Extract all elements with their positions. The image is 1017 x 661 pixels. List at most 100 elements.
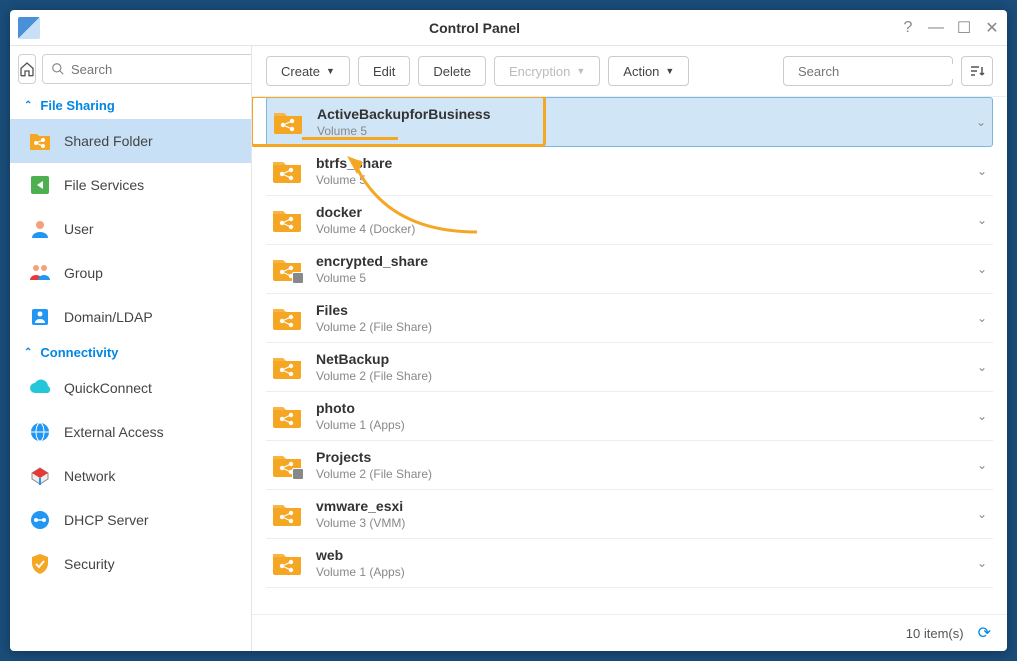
chevron-down-icon[interactable]: ⌄ xyxy=(977,409,987,423)
action-button[interactable]: Action▼ xyxy=(608,56,689,86)
folder-location: Volume 3 (VMM) xyxy=(316,516,977,530)
group-icon xyxy=(28,261,52,285)
shared-folder-icon xyxy=(272,256,302,282)
sidebar-item-user[interactable]: User xyxy=(10,207,251,251)
sidebar-search-input[interactable] xyxy=(71,62,247,77)
delete-button[interactable]: Delete xyxy=(418,56,486,86)
folder-text: photo Volume 1 (Apps) xyxy=(316,400,977,432)
shared-folder-icon xyxy=(272,452,302,478)
folder-name: Files xyxy=(316,302,977,318)
chevron-down-icon[interactable]: ⌄ xyxy=(976,115,986,129)
lock-badge-icon xyxy=(292,272,304,284)
main-pane: Create▼ Edit Delete Encryption▼ Action▼ … xyxy=(252,46,1007,651)
folder-text: encrypted_share Volume 5 xyxy=(316,253,977,285)
sidebar-item-external-access[interactable]: External Access xyxy=(10,410,251,454)
folder-text: Files Volume 2 (File Share) xyxy=(316,302,977,334)
sidebar-item-network[interactable]: Network xyxy=(10,454,251,498)
folder-name: btrfs_share xyxy=(316,155,977,171)
folder-location: Volume 2 (File Share) xyxy=(316,467,977,481)
sort-button[interactable] xyxy=(961,56,993,86)
folder-row[interactable]: Files Volume 2 (File Share) ⌄ xyxy=(266,294,993,343)
chevron-down-icon[interactable]: ⌄ xyxy=(977,360,987,374)
folder-row[interactable]: btrfs_share Volume 5 ⌄ xyxy=(266,147,993,196)
folder-list: ActiveBackupforBusiness Volume 5 ⌄ btrfs… xyxy=(252,97,1007,614)
sidebar-item-domain-ldap[interactable]: Domain/LDAP xyxy=(10,295,251,339)
sidebar-item-group[interactable]: Group xyxy=(10,251,251,295)
folder-name: ActiveBackupforBusiness xyxy=(317,106,976,122)
chevron-down-icon[interactable]: ⌄ xyxy=(977,213,987,227)
main-search-input[interactable] xyxy=(798,64,974,79)
maximize-button[interactable]: ☐ xyxy=(957,21,971,35)
sidebar: ⌃ File Sharing Shared Folder File Servic… xyxy=(10,46,252,651)
external-access-icon xyxy=(28,420,52,444)
chevron-down-icon[interactable]: ⌄ xyxy=(977,458,987,472)
folder-row[interactable]: web Volume 1 (Apps) ⌄ xyxy=(266,539,993,588)
chevron-down-icon[interactable]: ⌄ xyxy=(977,262,987,276)
section-file-sharing[interactable]: ⌃ File Sharing xyxy=(10,92,251,119)
sidebar-item-quickconnect[interactable]: QuickConnect xyxy=(10,366,251,410)
folder-name: vmware_esxi xyxy=(316,498,977,514)
titlebar: Control Panel ? — ☐ ✕ xyxy=(10,10,1007,46)
folder-row[interactable]: vmware_esxi Volume 3 (VMM) ⌄ xyxy=(266,490,993,539)
sidebar-item-label: Shared Folder xyxy=(64,133,153,149)
folder-text: Projects Volume 2 (File Share) xyxy=(316,449,977,481)
shared-folder-icon xyxy=(272,207,302,233)
quickconnect-icon xyxy=(28,376,52,400)
encryption-button[interactable]: Encryption▼ xyxy=(494,56,600,86)
folder-location: Volume 5 xyxy=(316,173,977,187)
folder-text: docker Volume 4 (Docker) xyxy=(316,204,977,236)
shared-folder-icon xyxy=(272,305,302,331)
sidebar-item-label: Domain/LDAP xyxy=(64,309,153,325)
folder-location: Volume 2 (File Share) xyxy=(316,369,977,383)
help-button[interactable]: ? xyxy=(901,21,915,35)
caret-down-icon: ▼ xyxy=(326,66,335,76)
sidebar-search[interactable] xyxy=(42,54,252,84)
sidebar-item-shared-folder[interactable]: Shared Folder xyxy=(10,119,251,163)
sidebar-item-label: DHCP Server xyxy=(64,512,149,528)
folder-name: Projects xyxy=(316,449,977,465)
sidebar-item-security[interactable]: Security xyxy=(10,542,251,586)
search-icon xyxy=(51,62,65,76)
minimize-button[interactable]: — xyxy=(929,21,943,35)
folder-text: btrfs_share Volume 5 xyxy=(316,155,977,187)
chevron-down-icon[interactable]: ⌄ xyxy=(977,556,987,570)
chevron-down-icon[interactable]: ⌄ xyxy=(977,507,987,521)
folder-row[interactable]: NetBackup Volume 2 (File Share) ⌄ xyxy=(266,343,993,392)
network-icon xyxy=(28,464,52,488)
shared-folder-icon xyxy=(28,129,52,153)
folder-row[interactable]: Projects Volume 2 (File Share) ⌄ xyxy=(266,441,993,490)
main-search[interactable] xyxy=(783,56,953,86)
section-label: Connectivity xyxy=(40,345,118,360)
home-button[interactable] xyxy=(18,54,36,84)
sidebar-item-label: QuickConnect xyxy=(64,380,152,396)
folder-row[interactable]: docker Volume 4 (Docker) ⌄ xyxy=(266,196,993,245)
home-icon xyxy=(19,61,35,77)
sidebar-item-file-services[interactable]: File Services xyxy=(10,163,251,207)
sidebar-item-label: Network xyxy=(64,468,115,484)
chevron-down-icon[interactable]: ⌄ xyxy=(977,311,987,325)
edit-button[interactable]: Edit xyxy=(358,56,410,86)
sidebar-item-label: Group xyxy=(64,265,103,281)
close-button[interactable]: ✕ xyxy=(985,21,999,35)
folder-row[interactable]: ActiveBackupforBusiness Volume 5 ⌄ xyxy=(266,97,993,147)
section-label: File Sharing xyxy=(40,98,114,113)
folder-row[interactable]: photo Volume 1 (Apps) ⌄ xyxy=(266,392,993,441)
refresh-button[interactable]: ⟳ xyxy=(978,623,991,643)
control-panel-window: Control Panel ? — ☐ ✕ ⌃ File Sharing xyxy=(10,10,1007,651)
section-connectivity[interactable]: ⌃ Connectivity xyxy=(10,339,251,366)
folder-location: Volume 5 xyxy=(317,124,976,138)
chevron-down-icon[interactable]: ⌄ xyxy=(977,164,987,178)
folder-name: docker xyxy=(316,204,977,220)
folder-name: web xyxy=(316,547,977,563)
user-icon xyxy=(28,217,52,241)
folder-row[interactable]: encrypted_share Volume 5 ⌄ xyxy=(266,245,993,294)
shared-folder-icon xyxy=(272,403,302,429)
folder-name: NetBackup xyxy=(316,351,977,367)
folder-location: Volume 1 (Apps) xyxy=(316,418,977,432)
caret-down-icon: ▼ xyxy=(665,66,674,76)
sidebar-item-label: User xyxy=(64,221,94,237)
security-icon xyxy=(28,552,52,576)
create-button[interactable]: Create▼ xyxy=(266,56,350,86)
sidebar-item-dhcp-server[interactable]: DHCP Server xyxy=(10,498,251,542)
window-title: Control Panel xyxy=(48,20,901,36)
